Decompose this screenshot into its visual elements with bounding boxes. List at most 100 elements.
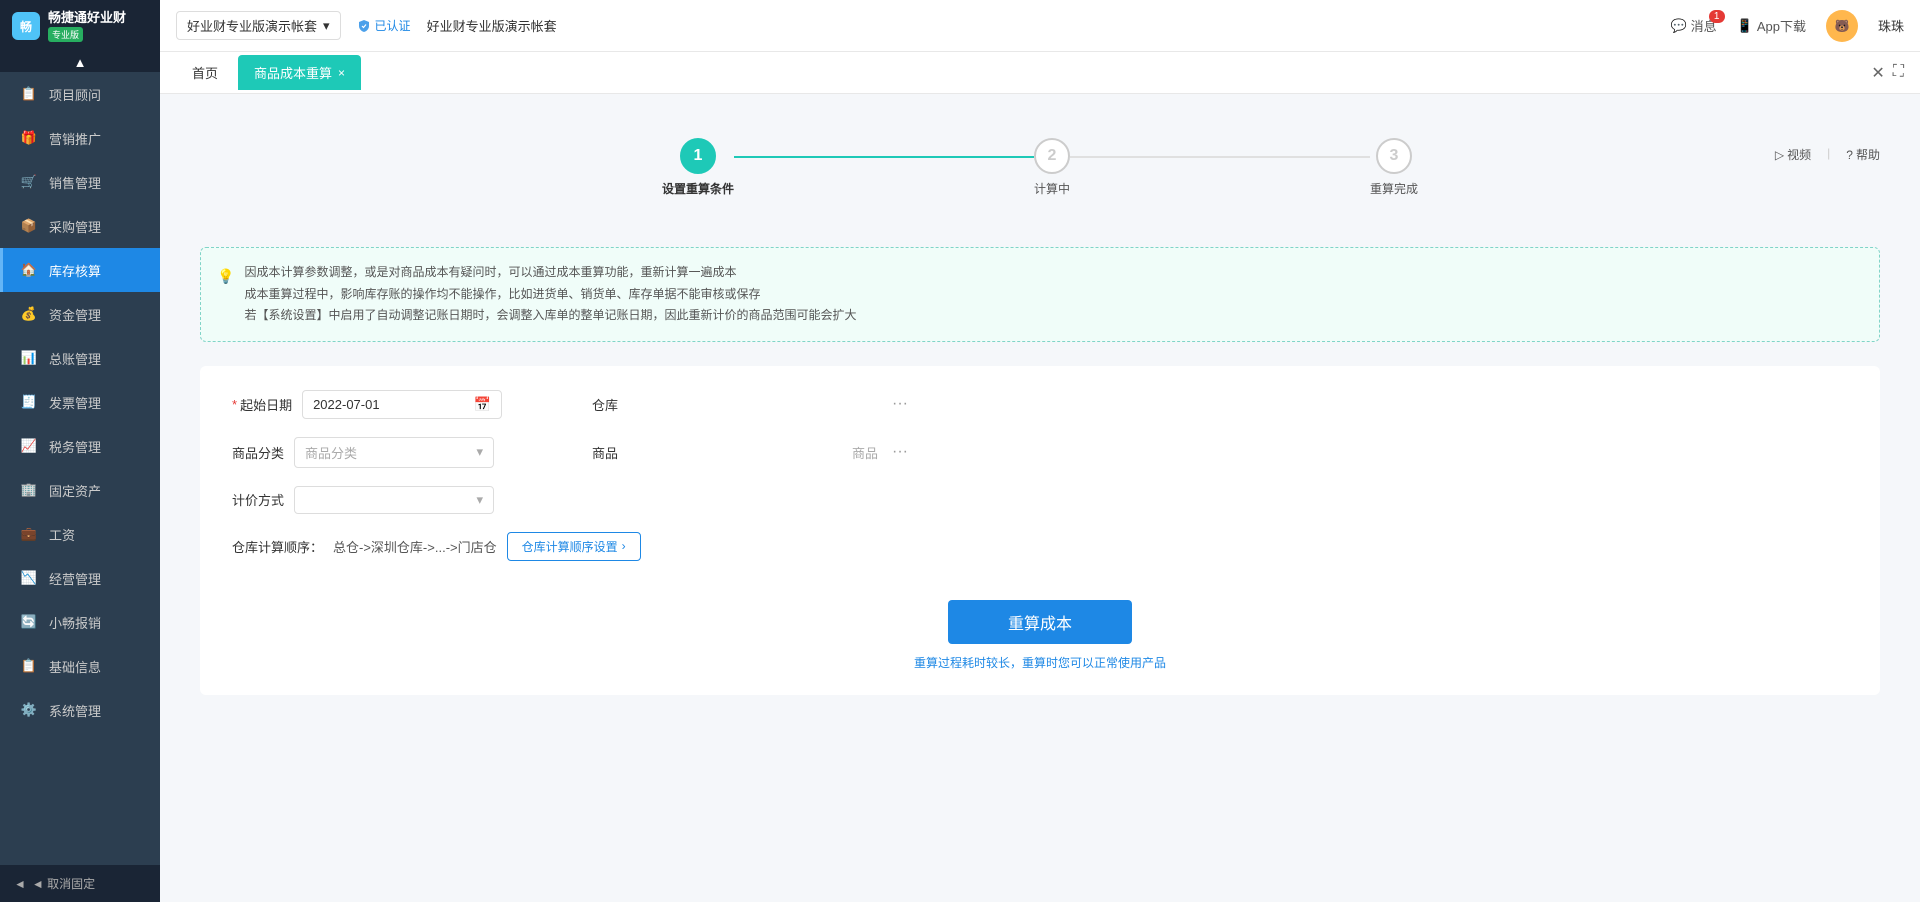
topbar: 好业财专业版演示帐套 ▾ 已认证 好业财专业版演示帐套 💬 消息 1 📱 App… [160, 0, 1920, 52]
tabs-right-actions: ✕ ⛶ [1871, 63, 1904, 83]
account-selector[interactable]: 好业财专业版演示帐套 ▾ [176, 11, 341, 40]
sidebar-item-operation[interactable]: 📉 经营管理 [0, 556, 160, 600]
app-download-action[interactable]: 📱 App下载 [1737, 16, 1806, 35]
help-label: 帮助 [1856, 146, 1880, 163]
warehouse-order-setting-btn[interactable]: 仓库计算顺序设置 › [507, 532, 641, 561]
sidebar-item-label: 工资 [49, 525, 75, 544]
sidebar-item-label: 固定资产 [49, 481, 101, 500]
step-line-2 [1070, 156, 1370, 158]
start-date-input[interactable]: 2022-07-01 📅 [302, 390, 502, 419]
message-action[interactable]: 💬 消息 1 [1670, 16, 1716, 35]
sidebar-item-report[interactable]: 🔄 小畅报销 [0, 600, 160, 644]
sidebar-nav: 📋 项目顾问 🎁 营销推广 🛒 销售管理 📦 采购管理 🏠 库存核算 💰 资金管… [0, 72, 160, 865]
inventory-icon: 🏠 [19, 260, 39, 280]
warehouse-group: 仓库 ··· [592, 395, 912, 414]
warehouse-order-label: 仓库计算顺序： [232, 537, 323, 556]
info-line-1: 因成本计算参数调整，或是对商品成本有疑问时，可以通过成本重算功能，重新计算一遍成… [244, 262, 856, 284]
tab-close-icon[interactable]: × [338, 66, 345, 80]
sidebar-pin-toggle[interactable]: ◄ ◄ 取消固定 [0, 865, 160, 902]
video-link[interactable]: ▷ 视频 [1775, 146, 1811, 163]
warehouse-order-value: 总仓->深圳仓库->...->门店仓 [333, 537, 497, 556]
verified-label: 已认证 [375, 17, 411, 34]
info-line-2: 成本重算过程中，影响库存账的操作均不能操作，比如进货单、销货单、库存单据不能审核… [244, 284, 856, 306]
recalc-hint: 重算过程耗时较长，重算时您可以正常使用产品 [914, 656, 1166, 670]
goods-select-btn[interactable]: ··· [888, 443, 912, 461]
expand-window-btn[interactable]: ⛶ [1893, 63, 1904, 83]
goods-placeholder: 商品 [852, 443, 878, 462]
form-row-3: 计价方式 ▾ [232, 486, 1848, 514]
sidebar-item-tax[interactable]: 📈 税务管理 [0, 424, 160, 468]
help-link[interactable]: ? 帮助 [1846, 146, 1880, 163]
sidebar-item-salary[interactable]: 💼 工资 [0, 512, 160, 556]
sidebar-item-inventory[interactable]: 🏠 库存核算 [0, 248, 160, 292]
pin-icon: ◄ [14, 877, 26, 891]
price-method-group: 计价方式 ▾ [232, 486, 552, 514]
assets-icon: 🏢 [19, 480, 39, 500]
warehouse-setting-label: 仓库计算顺序设置 [522, 538, 618, 555]
phone-icon: 📱 [1737, 18, 1753, 34]
user-name: 珠珠 [1878, 16, 1904, 35]
form-row-1: * 起始日期 2022-07-01 📅 仓库 ··· [232, 390, 1848, 419]
sidebar-item-assets[interactable]: 🏢 固定资产 [0, 468, 160, 512]
steps-container: 1 设置重算条件 2 计算中 3 重算完成 ▷ 视 [200, 118, 1880, 217]
category-group: 商品分类 商品分类 ▾ [232, 437, 552, 468]
sidebar-item-basic[interactable]: 📋 基础信息 [0, 644, 160, 688]
question-icon: ? [1846, 148, 1853, 162]
price-method-select[interactable]: ▾ [294, 486, 494, 514]
calendar-icon[interactable]: 📅 [474, 396, 491, 413]
chevron-right-icon: › [622, 539, 626, 553]
goods-label: 商品 [592, 443, 618, 462]
sidebar-item-system[interactable]: ⚙️ 系统管理 [0, 688, 160, 732]
sales-icon: 🛒 [19, 172, 39, 192]
sidebar-item-label: 基础信息 [49, 657, 101, 676]
tab-home[interactable]: 首页 [176, 55, 234, 90]
sidebar-scroll-up[interactable]: ▲ [0, 52, 160, 72]
chat-icon: 💬 [1670, 18, 1686, 34]
close-window-btn[interactable]: ✕ [1871, 63, 1884, 83]
sidebar: 畅 畅捷通好业财 专业版 ▲ 📋 项目顾问 🎁 营销推广 🛒 销售管理 📦 采购… [0, 0, 160, 902]
goods-group: 商品 商品 ··· [592, 443, 912, 462]
required-mark: * [232, 397, 237, 412]
sidebar-item-finance[interactable]: 💰 资金管理 [0, 292, 160, 336]
purchase-icon: 📦 [19, 216, 39, 236]
user-avatar[interactable]: 🐻 [1826, 10, 1858, 42]
sidebar-item-invoice[interactable]: 🧾 发票管理 [0, 380, 160, 424]
step-1-circle: 1 [680, 138, 716, 174]
main-content: 好业财专业版演示帐套 ▾ 已认证 好业财专业版演示帐套 💬 消息 1 📱 App… [160, 0, 1920, 902]
video-label: 视频 [1787, 146, 1811, 163]
sidebar-item-accounting[interactable]: 📊 总账管理 [0, 336, 160, 380]
steps-help-area: ▷ 视频 | ? 帮助 [1775, 146, 1880, 163]
sidebar-item-project[interactable]: 📋 项目顾问 [0, 72, 160, 116]
step-2: 2 计算中 [1034, 138, 1070, 197]
recalc-tab-label: 商品成本重算 [254, 63, 332, 82]
step-1: 1 设置重算条件 [662, 138, 734, 197]
warehouse-select-btn[interactable]: ··· [888, 395, 912, 413]
step-1-label: 设置重算条件 [662, 180, 734, 197]
warehouse-order-row: 仓库计算顺序： 总仓->深圳仓库->...->门店仓 仓库计算顺序设置 › [232, 532, 1848, 561]
category-select[interactable]: 商品分类 ▾ [294, 437, 494, 468]
avatar-bear-icon: 🐻 [1835, 19, 1850, 33]
message-badge: 1 [1709, 10, 1725, 23]
account-name: 好业财专业版演示帐套 [187, 16, 317, 35]
sidebar-item-label: 系统管理 [49, 701, 101, 720]
home-tab-label: 首页 [192, 63, 218, 82]
report-icon: 🔄 [19, 612, 39, 632]
sidebar-item-marketing[interactable]: 🎁 营销推广 [0, 116, 160, 160]
step-2-label: 计算中 [1034, 180, 1070, 197]
tab-recalc[interactable]: 商品成本重算 × [238, 55, 361, 90]
recalc-section: 重算成本 重算过程耗时较长，重算时您可以正常使用产品 [232, 585, 1848, 671]
start-date-label: * 起始日期 [232, 395, 292, 414]
step-3: 3 重算完成 [1370, 138, 1418, 197]
recalc-button[interactable]: 重算成本 [948, 600, 1132, 644]
bulb-icon: 💡 [217, 264, 234, 327]
warehouse-label: 仓库 [592, 395, 618, 414]
sidebar-item-sales[interactable]: 🛒 销售管理 [0, 160, 160, 204]
category-placeholder: 商品分类 [305, 443, 357, 462]
system-icon: ⚙️ [19, 700, 39, 720]
info-line-3: 若【系统设置】中启用了自动调整记账日期时，会调整入库单的整单记账日期，因此重新计… [244, 305, 856, 327]
step-3-label: 重算完成 [1370, 180, 1418, 197]
sidebar-item-purchase[interactable]: 📦 采购管理 [0, 204, 160, 248]
sidebar-header: 畅 畅捷通好业财 专业版 [0, 0, 160, 52]
app-download-label: App下载 [1757, 16, 1806, 35]
sidebar-item-label: 项目顾问 [49, 85, 101, 104]
